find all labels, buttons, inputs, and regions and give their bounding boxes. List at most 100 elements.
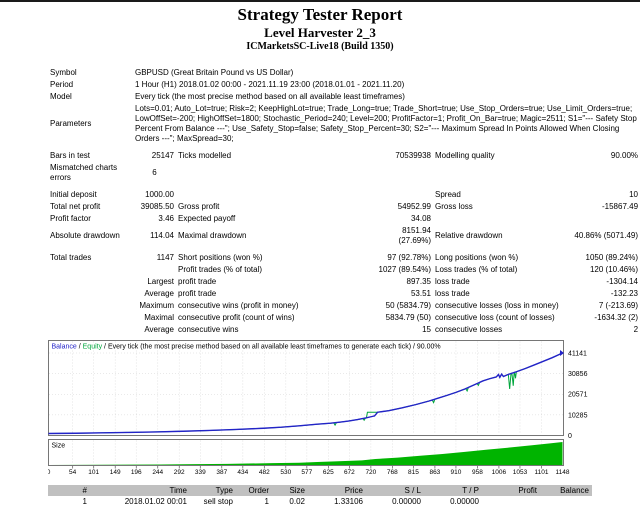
x-axis-label: 54 (69, 469, 77, 476)
stats-row: Period 1 Hour (H1) 2018.01.02 00:00 - 202… (48, 79, 640, 91)
stats-cell: Absolute drawdown (50, 231, 120, 240)
stats-row: Maximum consecutive wins (profit in money… (48, 300, 640, 312)
stats-cell: 50 (5834.79) (385, 301, 431, 310)
stats-cell (376, 189, 433, 201)
stats-cell: 53.51 (410, 289, 431, 298)
x-axis-label: 101 (88, 469, 99, 476)
stats-cell: 1147 (156, 253, 174, 262)
stats-row: Model Every tick (the most precise method… (48, 91, 640, 103)
trades-table: # Time Type Order Size Price S / LT / P Profit B… (48, 485, 592, 507)
stats-cell: Model (50, 92, 72, 101)
stats-cell (176, 189, 376, 201)
trades-header-cell: Order (236, 485, 272, 496)
stats-cell: Loss trades (% of total) (435, 265, 518, 274)
stats-cell: 54952.99 (397, 202, 431, 211)
x-axis-label: 1006 (492, 469, 507, 476)
stats-cell: Parameters (50, 119, 92, 128)
stats-cell: Period (50, 80, 74, 89)
trades-header-cell: Size (272, 485, 308, 496)
y-axis-label: 10285 (568, 412, 588, 419)
stats-cell (48, 324, 133, 336)
stats-cell: Symbol (50, 68, 77, 77)
x-axis-label: 292 (174, 469, 185, 476)
report-header: Strategy Tester Report Level Harvester 2… (0, 2, 640, 53)
stats-cell: Spread (435, 190, 461, 199)
y-axis-label: 30856 (568, 371, 588, 378)
trade-cell: 2018.01.02 00:01 (124, 497, 187, 506)
stats-cell: 10 (629, 190, 639, 199)
y-axis-label: 20571 (568, 392, 588, 399)
x-axis-label: 625 (323, 469, 334, 476)
x-axis-label: 149 (110, 469, 121, 476)
stats-row: Profit factor 3.46 Expected payoff 34.08 (48, 213, 640, 225)
stats-row: Average consecutive wins 15 consecutive los… (48, 324, 640, 336)
x-axis-label: 1053 (513, 469, 528, 476)
trades-table-header-row: # Time Type Order Size Price S / LT / P Profit B… (48, 485, 592, 496)
stats-row: Parameters Lots=0.01; Auto_Lot=true; Risk… (48, 103, 640, 145)
y-axis-label: 41141 (568, 351, 587, 358)
stats-cell (48, 288, 133, 300)
x-axis-label: 863 (429, 469, 440, 476)
stats-cell: 34.08 (410, 214, 431, 223)
x-axis-label: 720 (365, 469, 376, 476)
stats-cell: Short positions (won %) (178, 253, 263, 262)
x-axis-label: 672 (344, 469, 355, 476)
stats-cell: consecutive wins (178, 325, 239, 334)
stats-cell: -1634.32 (2) (594, 313, 639, 322)
y-axis-label: 0 (568, 433, 572, 440)
x-axis-label: 0 (48, 469, 51, 476)
trades-header-cell: Profit (482, 485, 540, 496)
stats-cell: Profit trades (% of total) (178, 265, 263, 274)
stats-cell: Bars in test (50, 151, 91, 160)
x-axis-label: 1101 (534, 469, 548, 476)
legend-equity: Equity (83, 344, 103, 351)
stats-cell: 1000.00 (145, 190, 174, 199)
stats-cell: consecutive wins (profit in money) (178, 301, 299, 310)
stats-cell: 1027 (89.54%) (378, 265, 431, 274)
x-axis-label: 434 (237, 469, 248, 476)
stats-cell: Gross loss (435, 202, 473, 211)
stats-cell: 5834.79 (50) (385, 313, 431, 322)
expert-name: Level Harvester 2_3 (264, 25, 376, 40)
trades-header-cell: Type (190, 485, 236, 496)
stats-cell: 97 (92.78%) (387, 253, 431, 262)
trade-cell (540, 496, 592, 507)
stats-row: Total net profit 39085.50 Gross profit 5495… (48, 201, 640, 213)
stats-cell: Ticks modelled (178, 151, 232, 160)
stats-cell: 2 (633, 325, 639, 334)
stats-cell: Relative drawdown (435, 231, 503, 240)
stats-cell: Average (144, 289, 174, 298)
stats-cell: 3.46 (158, 214, 174, 223)
stats-cell: -15867.49 (601, 202, 639, 211)
trade-row: 1 2018.01.02 00:01 sell stop 1 0.02 1.33106 0.… (48, 496, 592, 507)
stats-row: Mismatched charts errors 6 (48, 162, 640, 184)
stats-cell: Long positions (won %) (435, 253, 519, 262)
stats-cell: loss trade (435, 289, 470, 298)
stats-cell: Every tick (the most precise method base… (135, 92, 405, 101)
stats-cell: 7 (-213.69) (598, 301, 639, 310)
stats-cell (48, 264, 133, 276)
x-axis-label: 958 (472, 469, 483, 476)
stats-cell: consecutive losses (loss in money) (435, 301, 559, 310)
stats-cell (133, 264, 176, 276)
x-axis-label: 339 (195, 469, 206, 476)
stats-cell: Largest (147, 277, 174, 286)
stats-cell: 39085.50 (140, 202, 174, 211)
stats-row: Average profit trade 53.51 loss trade -132.2… (48, 288, 640, 300)
trades-header-cell: T / P (424, 485, 482, 496)
stats-table: Symbol GBPUSD (Great Britain Pound vs US … (48, 67, 640, 336)
stats-cell: -1304.14 (606, 277, 639, 286)
x-axis-label: 910 (451, 469, 462, 476)
trade-cell: 0.00000 (392, 497, 421, 506)
stats-cell: Maximal (144, 313, 174, 322)
stats-cell: Maximal drawdown (178, 231, 247, 240)
stats-row: Largest profit trade 897.35 loss trade -1304… (48, 276, 640, 288)
stats-cell: 897.35 (406, 277, 431, 286)
stats-cell: Profit factor (50, 214, 91, 223)
x-axis-label: 768 (387, 469, 398, 476)
stats-cell: Initial deposit (50, 190, 97, 199)
x-axis-label: 387 (216, 469, 227, 476)
stats-row: Initial deposit 1000.00 Spread 10 (48, 189, 640, 201)
stats-row: Maximal consecutive profit (count of wins… (48, 312, 640, 324)
stats-row: Profit trades (% of total) 1027 (89.54%) L… (48, 264, 640, 276)
